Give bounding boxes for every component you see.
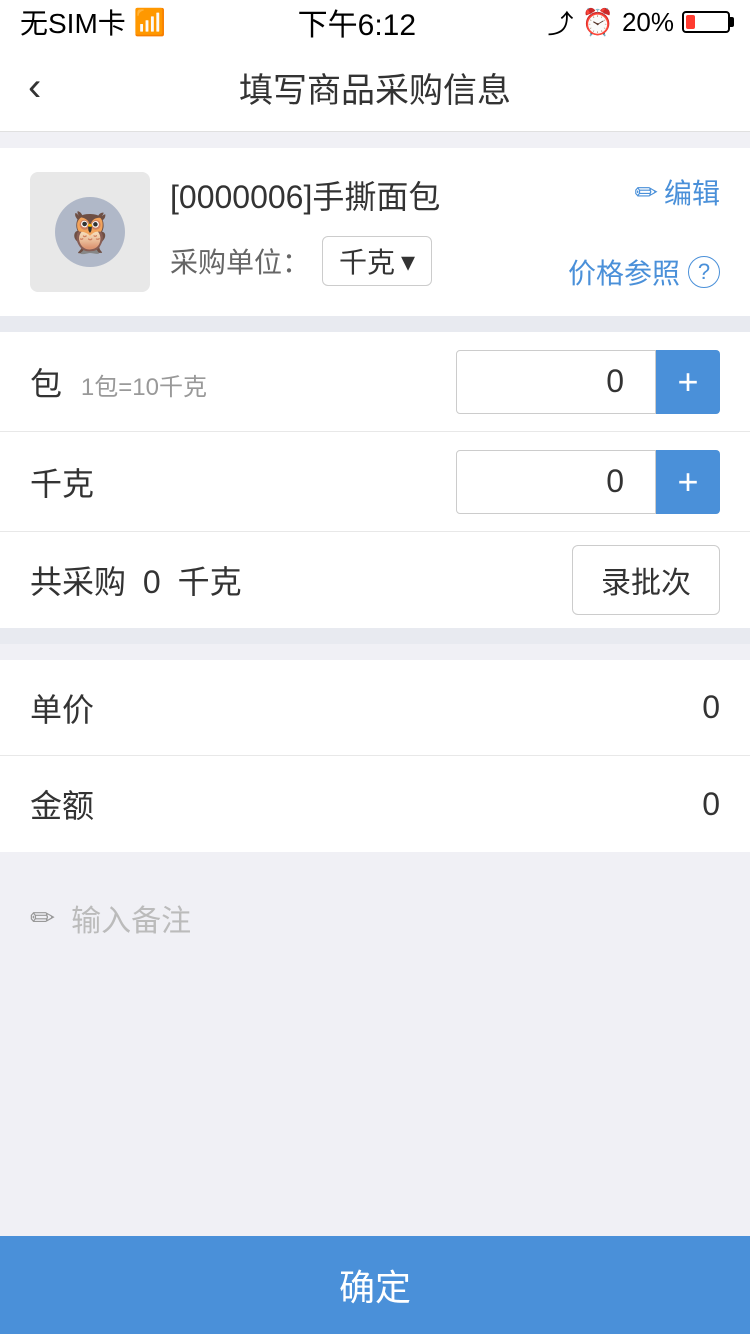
status-bar: 无SIM卡 📶 下午6:12 ⤴ ⏰ 20% [0, 0, 750, 44]
summary-row: 共采购 0 千克 录批次 [0, 532, 750, 628]
unit-value: 千克 [339, 241, 395, 281]
kg-input-wrapper: + [456, 450, 720, 514]
kg-plus-button[interactable]: + [656, 450, 720, 514]
section-divider-2 [0, 628, 750, 644]
battery-icon [682, 11, 730, 33]
battery-percent: 20% [622, 7, 674, 38]
note-placeholder: 输入备注 [71, 896, 191, 940]
amount-label: 金额 [30, 781, 702, 827]
product-logo: 🦉 [55, 197, 125, 267]
unit-label: 采购单位： [170, 241, 310, 281]
quantity-input-section: 包 1包=10千克 + 千克 + [0, 332, 750, 532]
status-time: 下午6:12 [298, 0, 416, 44]
kg-input[interactable] [456, 450, 656, 514]
unit-price-value: 0 [702, 689, 720, 726]
note-section[interactable]: ✏ 输入备注 [0, 868, 750, 968]
bao-plus-button[interactable]: + [656, 350, 720, 414]
nav-bar: ‹ 填写商品采购信息 [0, 44, 750, 132]
page-title: 填写商品采购信息 [239, 63, 511, 112]
chevron-down-icon: ▾ [401, 245, 415, 278]
status-left: 无SIM卡 📶 [20, 2, 166, 42]
summary-unit: 千克 [178, 564, 242, 600]
confirm-button-bar[interactable]: 确定 [0, 1236, 750, 1334]
status-right: ⤴ ⏰ 20% [548, 4, 730, 41]
section-divider-1 [0, 316, 750, 332]
price-ref-button[interactable]: 价格参照 ? [568, 252, 720, 292]
bao-input[interactable] [456, 350, 656, 414]
batch-button[interactable]: 录批次 [572, 545, 720, 615]
price-ref-label: 价格参照 [568, 252, 680, 292]
help-icon: ? [688, 256, 720, 288]
bao-input-row: 包 1包=10千克 + [0, 332, 750, 432]
edit-label: 编辑 [664, 172, 720, 212]
summary-amount: 0 [143, 564, 161, 600]
amount-row: 金额 0 [0, 756, 750, 852]
pencil-icon: ✏ [30, 901, 55, 936]
edit-icon: ✏ [635, 176, 658, 209]
edit-button[interactable]: ✏ 编辑 [635, 172, 720, 212]
product-card: 🦉 [0000006]手撕面包 采购单位： 千克 ▾ ✏ 编辑 价格参照 ? [0, 148, 750, 316]
summary-prefix: 共采购 [30, 564, 126, 600]
bao-label: 包 1包=10千克 [30, 359, 456, 405]
product-image: 🦉 [30, 172, 150, 292]
back-button[interactable]: ‹ [28, 65, 41, 110]
carrier-text: 无SIM卡 [20, 2, 126, 42]
kg-label: 千克 [30, 459, 456, 505]
bao-input-wrapper: + [456, 350, 720, 414]
amount-value: 0 [702, 786, 720, 823]
unit-select[interactable]: 千克 ▾ [322, 236, 432, 286]
bao-sub-label: 1包=10千克 [81, 374, 207, 401]
alarm-icon: ⏰ [582, 7, 614, 38]
unit-price-row: 单价 0 [0, 660, 750, 756]
location-icon: ⤴ [548, 4, 574, 41]
price-section: 单价 0 金额 0 [0, 660, 750, 852]
confirm-button-label: 确定 [339, 1259, 411, 1311]
owl-icon: 🦉 [65, 209, 115, 256]
unit-price-label: 单价 [30, 685, 702, 731]
kg-input-row: 千克 + [0, 432, 750, 532]
wifi-icon: 📶 [134, 7, 166, 38]
summary-text: 共采购 0 千克 [30, 557, 572, 603]
